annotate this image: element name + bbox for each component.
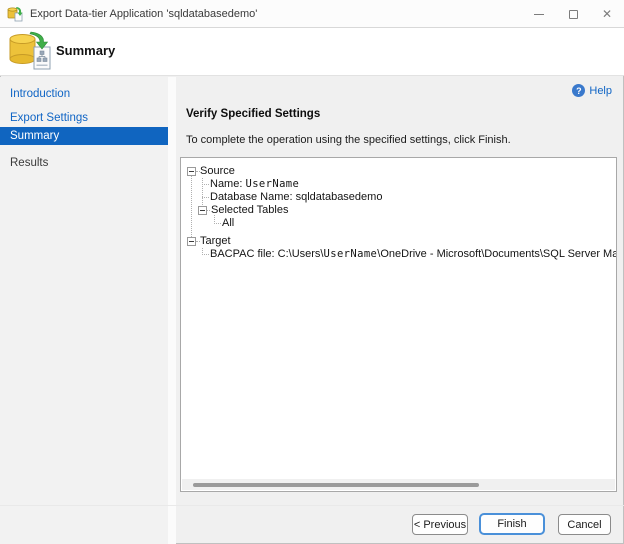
close-button[interactable]: ✕: [590, 0, 624, 28]
scrollbar-thumb[interactable]: [193, 483, 479, 487]
cancel-button[interactable]: Cancel: [558, 514, 611, 535]
settings-heading: Verify Specified Settings: [186, 108, 320, 120]
finish-button[interactable]: Finish: [479, 513, 545, 535]
help-icon: ?: [572, 84, 585, 97]
tree-node-label: \OneDrive - Microsoft\Documents\SQL Serv…: [377, 248, 617, 260]
tree-node-label: BACPAC file: C:\Users\: [210, 248, 324, 260]
tree-node-selected-tables[interactable]: Selected Tables: [211, 204, 288, 217]
summary-tree-panel: Source Name: UserName Database Name: sql…: [180, 157, 617, 492]
tree-connector: [207, 210, 210, 211]
tree-node-label: Database Name: sqldatabasedemo: [210, 191, 382, 203]
tree-node-label: Target: [200, 235, 231, 247]
window-controls: ✕: [522, 0, 624, 28]
tree-node-label: Name:: [210, 178, 245, 190]
export-database-icon: [7, 31, 53, 73]
footer-separator: [0, 505, 624, 506]
tree-node-name[interactable]: Name: UserName: [210, 178, 299, 191]
sidebar-item-export-settings[interactable]: Export Settings: [0, 108, 168, 128]
tree-node-bacpac-file[interactable]: BACPAC file: C:\Users\UserName\OneDrive …: [210, 248, 617, 261]
sidebar-item-introduction[interactable]: Introduction: [0, 84, 168, 104]
sidebar-item-summary[interactable]: Summary: [0, 127, 168, 145]
tree-connector: [202, 254, 209, 255]
tree-expander-target[interactable]: [187, 237, 196, 246]
tree-connector: [202, 184, 209, 185]
minimize-icon: [534, 14, 544, 15]
maximize-icon: [569, 10, 578, 19]
wizard-header: Summary: [0, 28, 624, 76]
export-dac-wizard-window: Export Data-tier Application 'sqldatabas…: [0, 0, 624, 544]
previous-button[interactable]: < Previous: [412, 514, 468, 535]
tree-expander-selected-tables[interactable]: [198, 206, 207, 215]
tree-node-label: All: [222, 217, 234, 229]
tree-node-source[interactable]: Source: [200, 165, 235, 178]
window-title: Export Data-tier Application 'sqldatabas…: [30, 8, 257, 20]
horizontal-scrollbar[interactable]: [182, 479, 615, 490]
tree-node-value: UserName: [324, 248, 378, 260]
sidebar: Introduction Export Settings Summary Res…: [0, 77, 168, 544]
maximize-button[interactable]: [556, 0, 590, 28]
tree-connector: [202, 197, 209, 198]
tree-node-label: Selected Tables: [211, 204, 288, 216]
tree-node-label: Source: [200, 165, 235, 177]
tree-connector: [191, 176, 192, 237]
page-title: Summary: [56, 43, 115, 58]
titlebar: Export Data-tier Application 'sqldatabas…: [0, 0, 624, 28]
app-icon: [7, 6, 23, 22]
close-icon: ✕: [602, 8, 612, 20]
tree-node-database-name[interactable]: Database Name: sqldatabasedemo: [210, 191, 382, 204]
sidebar-item-results[interactable]: Results: [0, 153, 168, 173]
sidebar-divider: [168, 77, 176, 544]
tree-node-target[interactable]: Target: [200, 235, 231, 248]
tree-node-all[interactable]: All: [222, 217, 234, 230]
tree-expander-source[interactable]: [187, 167, 196, 176]
help-label: Help: [589, 85, 612, 97]
minimize-button[interactable]: [522, 0, 556, 28]
instruction-text: To complete the operation using the spec…: [186, 134, 511, 146]
help-link[interactable]: ? Help: [572, 84, 612, 97]
tree-node-value: UserName: [245, 178, 299, 190]
tree-connector: [214, 223, 221, 224]
